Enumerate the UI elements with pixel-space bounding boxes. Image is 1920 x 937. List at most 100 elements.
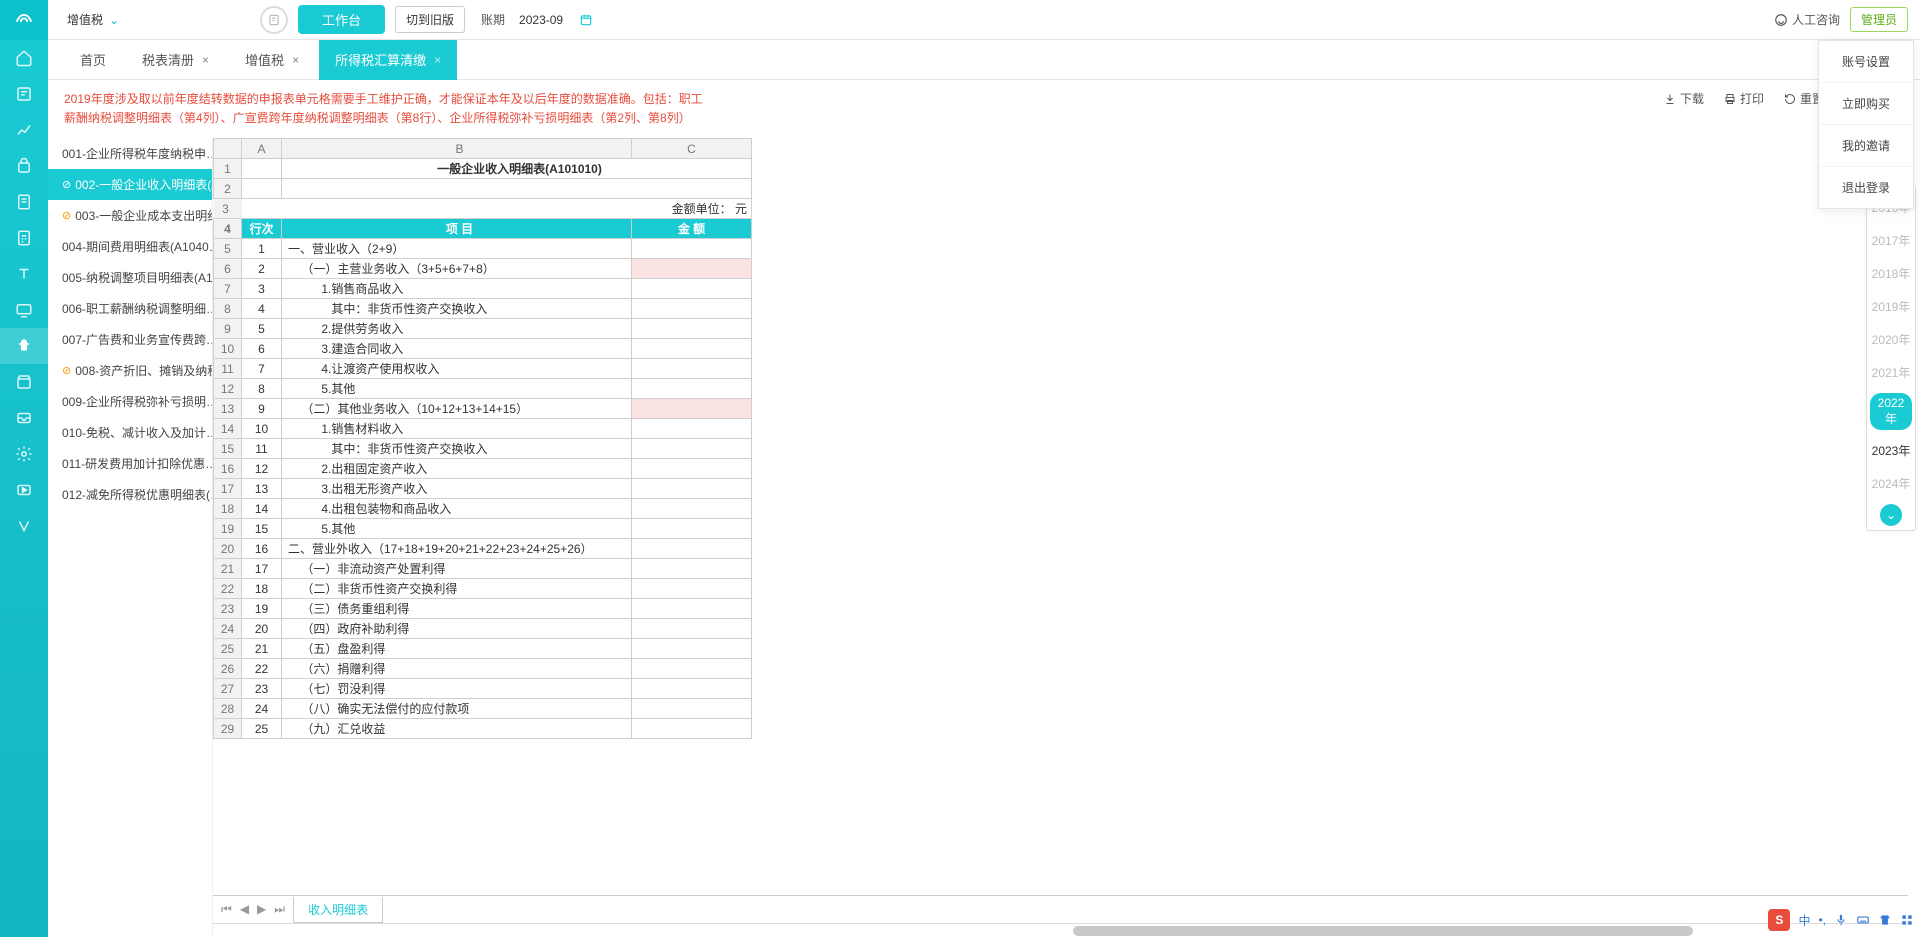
rail-calc-icon[interactable]	[0, 220, 48, 256]
sheet-first-icon[interactable]: ⏮	[221, 902, 232, 917]
col-header: C	[632, 139, 752, 159]
cell-c	[632, 579, 752, 599]
tree-item-label: 004-期间费用明细表(A1040…	[62, 238, 212, 255]
ime-mic-icon[interactable]	[1834, 913, 1848, 927]
year-more-icon[interactable]: ⌄	[1880, 504, 1902, 526]
user-menu-item-2[interactable]: 我的邀请	[1819, 125, 1913, 167]
rail-doc-icon[interactable]	[0, 184, 48, 220]
year-2017年[interactable]: 2017年	[1867, 224, 1915, 257]
rail-v-icon[interactable]	[0, 508, 48, 544]
calendar-icon[interactable]	[579, 13, 593, 27]
cell-b: 5.其他	[282, 379, 632, 399]
ime-skin-icon[interactable]	[1878, 913, 1892, 927]
tree-item-7[interactable]: ⊘008-资产折旧、摊销及纳税…	[48, 355, 212, 386]
ime-tools-icon[interactable]	[1900, 913, 1914, 927]
cell-a: 12	[242, 459, 282, 479]
cell-a: 23	[242, 679, 282, 699]
rail-chart-icon[interactable]	[0, 112, 48, 148]
rail-home-icon[interactable]	[0, 40, 48, 76]
cell-c	[632, 419, 752, 439]
rail-archive-icon[interactable]	[0, 364, 48, 400]
year-2021年[interactable]: 2021年	[1867, 356, 1915, 389]
tree-item-3[interactable]: 004-期间费用明细表(A1040…	[48, 231, 212, 262]
sheet-last-icon[interactable]: ⏭	[274, 902, 285, 917]
user-menu-item-1[interactable]: 立即购买	[1819, 83, 1913, 125]
cell-c	[632, 599, 752, 619]
cell-b: 二、营业外收入（17+18+19+20+21+22+23+24+25+26）	[282, 539, 632, 559]
download-button[interactable]: 下载	[1664, 90, 1704, 107]
org-selector[interactable]: 增值税 ⌄	[60, 8, 250, 31]
rail-inbox-icon[interactable]	[0, 400, 48, 436]
tree-item-0[interactable]: 001-企业所得税年度纳税申…	[48, 138, 212, 169]
ime-keyboard-icon[interactable]	[1856, 913, 1870, 927]
workbench-button[interactable]: 工作台	[298, 5, 385, 34]
ime-logo-icon[interactable]: S	[1768, 909, 1790, 931]
tab-2[interactable]: 增值税 ×	[229, 40, 315, 80]
rail-text-icon[interactable]	[0, 256, 48, 292]
year-2018年[interactable]: 2018年	[1867, 257, 1915, 290]
notice-text: 2019年度涉及取以前年度结转数据的申报表单元格需要手工维护正确，才能保证本年及…	[64, 90, 704, 128]
switch-old-button[interactable]: 切到旧版	[395, 6, 465, 33]
tree-item-label: 006-职工薪酬纳税调整明细…	[62, 300, 212, 317]
year-2022年[interactable]: 2022年	[1870, 393, 1913, 430]
tree-item-5[interactable]: 006-职工薪酬纳税调整明细…	[48, 293, 212, 324]
rail-bag-icon[interactable]	[0, 148, 48, 184]
rail-settings-icon[interactable]	[0, 436, 48, 472]
tree-item-label: 008-资产折旧、摊销及纳税…	[75, 362, 212, 379]
close-icon[interactable]: ×	[292, 53, 299, 67]
nav-rail	[0, 0, 48, 937]
cell-c	[632, 279, 752, 299]
tree-item-8[interactable]: 009-企业所得税弥补亏损明…	[48, 386, 212, 417]
tree-item-label: 010-免税、减计收入及加计…	[62, 424, 212, 441]
cell-a: 21	[242, 639, 282, 659]
year-2023年[interactable]: 2023年	[1867, 434, 1915, 467]
support-link[interactable]: 人工咨询	[1774, 11, 1840, 28]
tree-item-10[interactable]: 011-研发费用加计扣除优惠…	[48, 448, 212, 479]
year-2024年[interactable]: 2024年	[1867, 467, 1915, 500]
rail-screen-icon[interactable]	[0, 292, 48, 328]
tree-item-label: 003-一般企业成本支出明细…	[75, 207, 212, 224]
ime-punct-icon[interactable]: •,	[1818, 913, 1826, 927]
tree-item-1[interactable]: ⊘002-一般企业收入明细表(A1…	[48, 169, 212, 200]
col-header: A	[242, 139, 282, 159]
sheet-next-icon[interactable]: ▶	[257, 902, 266, 917]
page-tabs: 首页税表清册×增值税×所得税汇算清缴×	[48, 40, 1920, 80]
year-2020年[interactable]: 2020年	[1867, 323, 1915, 356]
rail-ledger-icon[interactable]	[0, 76, 48, 112]
sheet-tab[interactable]: 收入明细表	[293, 897, 383, 923]
cell-a: 4	[242, 299, 282, 319]
note-button[interactable]	[260, 6, 288, 34]
user-menu-item-3[interactable]: 退出登录	[1819, 167, 1913, 208]
user-menu-item-0[interactable]: 账号设置	[1819, 41, 1913, 83]
close-icon[interactable]: ×	[202, 53, 209, 67]
tree-item-4[interactable]: 005-纳税调整项目明细表(A1…	[48, 262, 212, 293]
topbar: 增值税 ⌄ 工作台 切到旧版 账期 2023-09 人工咨询 管理员	[48, 0, 1920, 40]
print-button[interactable]: 打印	[1724, 90, 1764, 107]
tree-item-2[interactable]: ⊘003-一般企业成本支出明细…	[48, 200, 212, 231]
tree-item-11[interactable]: 012-减免所得税优惠明细表(…	[48, 479, 212, 510]
admin-button[interactable]: 管理员	[1850, 7, 1908, 32]
cell-a: 8	[242, 379, 282, 399]
app-logo	[0, 0, 48, 40]
cell-b: （八）确实无法偿付的应付款项	[282, 699, 632, 719]
rail-video-icon[interactable]	[0, 472, 48, 508]
cell-b: 3.建造合同收入	[282, 339, 632, 359]
tab-3[interactable]: 所得税汇算清缴×	[319, 40, 457, 80]
rail-tax-icon[interactable]	[0, 328, 48, 364]
tab-0[interactable]: 首页	[64, 40, 122, 80]
tree-item-9[interactable]: 010-免税、减计收入及加计…	[48, 417, 212, 448]
tree-item-6[interactable]: 007-广告费和业务宣传费跨…	[48, 324, 212, 355]
tab-label: 增值税	[245, 50, 284, 69]
horizontal-scrollbar[interactable]	[213, 923, 1908, 937]
year-2019年[interactable]: 2019年	[1867, 290, 1915, 323]
cell-a: 3	[242, 279, 282, 299]
ime-lang[interactable]: 中	[1798, 912, 1810, 929]
spreadsheet[interactable]: ABC1一般企业收入明细表(A101010)23金额单位： 元4行次项 目金 额…	[213, 138, 752, 739]
tab-1[interactable]: 税表清册×	[126, 40, 225, 80]
col-header: B	[282, 139, 632, 159]
cell-c	[632, 439, 752, 459]
cell-a: 14	[242, 499, 282, 519]
sheet-prev-icon[interactable]: ◀	[240, 902, 249, 917]
close-icon[interactable]: ×	[434, 53, 441, 67]
cell-b: （四）政府补助利得	[282, 619, 632, 639]
